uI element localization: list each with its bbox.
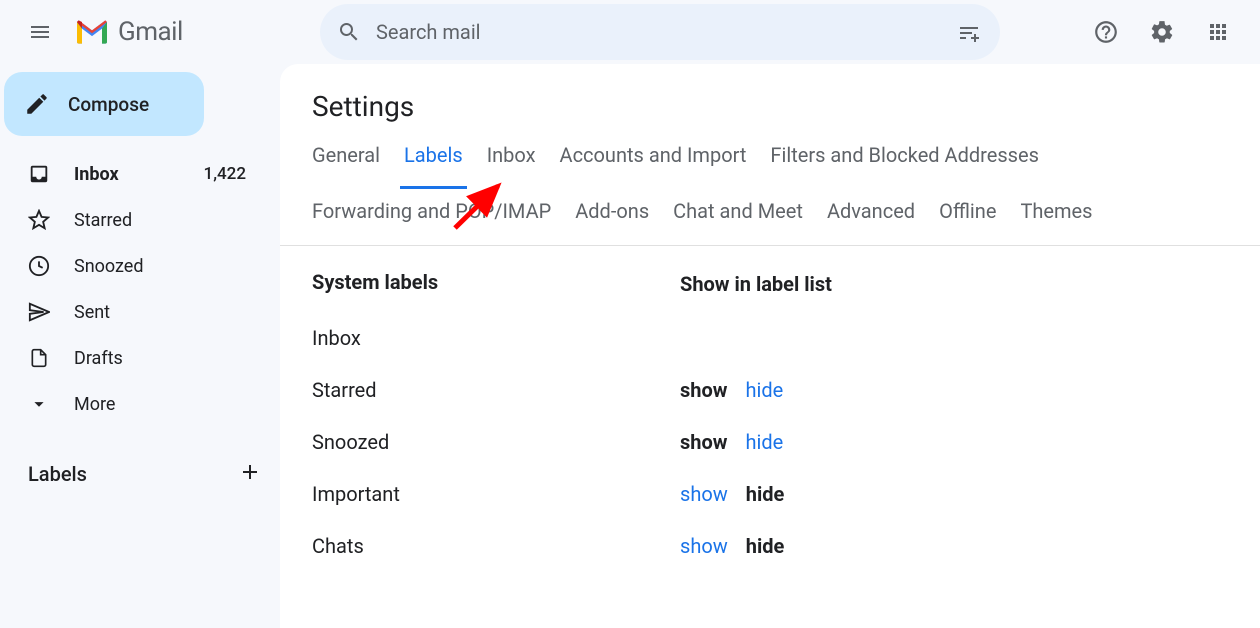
add-label-button[interactable] — [238, 460, 262, 488]
table-row: Important show hide — [312, 482, 1228, 506]
search-options-button[interactable] — [946, 9, 992, 55]
search-icon — [337, 20, 361, 44]
hamburger-icon — [28, 20, 52, 44]
apps-grid-icon — [1206, 20, 1230, 44]
tab-labels[interactable]: Labels — [404, 143, 463, 173]
labels-header-text: Labels — [28, 462, 238, 486]
settings-button[interactable] — [1138, 8, 1186, 56]
tab-chat[interactable]: Chat and Meet — [673, 199, 803, 229]
plus-icon — [238, 460, 262, 484]
tab-filters[interactable]: Filters and Blocked Addresses — [770, 143, 1039, 173]
hide-link[interactable]: hide — [745, 378, 783, 402]
tab-advanced[interactable]: Advanced — [827, 199, 915, 229]
search-input[interactable] — [372, 20, 946, 44]
tab-inbox[interactable]: Inbox — [487, 143, 536, 173]
sidebar-item-drafts[interactable]: Drafts — [0, 338, 270, 378]
sidebar-item-sent[interactable]: Sent — [0, 292, 270, 332]
sidebar-item-snoozed[interactable]: Snoozed — [0, 246, 270, 286]
show-link[interactable]: show — [680, 482, 728, 506]
search-button[interactable] — [326, 9, 372, 55]
compose-label: Compose — [68, 93, 149, 116]
label-name: Starred — [312, 378, 680, 402]
table-row: Inbox — [312, 326, 1228, 350]
sidebar-item-label: Starred — [74, 210, 246, 231]
main-menu-button[interactable] — [16, 8, 64, 56]
tab-themes[interactable]: Themes — [1020, 199, 1092, 229]
label-name: Inbox — [312, 326, 680, 350]
hide-link[interactable]: hide — [745, 430, 783, 454]
sidebar-item-label: More — [74, 394, 246, 415]
tab-offline[interactable]: Offline — [939, 199, 996, 229]
sidebar-item-label: Inbox — [74, 164, 204, 185]
labels-section-header[interactable]: Labels — [0, 460, 280, 488]
settings-tabs: General Labels Inbox Accounts and Import… — [280, 143, 1260, 246]
tab-addons[interactable]: Add-ons — [575, 199, 649, 229]
gear-icon — [1149, 19, 1175, 45]
table-row: Chats show hide — [312, 534, 1228, 558]
gmail-logo-icon — [72, 12, 112, 52]
tab-accounts[interactable]: Accounts and Import — [560, 143, 747, 173]
hide-link[interactable]: hide — [746, 534, 785, 558]
sidebar-item-inbox[interactable]: Inbox 1,422 — [0, 154, 270, 194]
table-row: Starred show hide — [312, 378, 1228, 402]
sidebar: Compose Inbox 1,422 Starred Snoozed Sent… — [0, 64, 280, 628]
table-row: Snoozed show hide — [312, 430, 1228, 454]
settings-title: Settings — [280, 82, 1260, 143]
sidebar-item-more[interactable]: More — [0, 384, 270, 424]
label-name: Important — [312, 482, 680, 506]
compose-button[interactable]: Compose — [4, 72, 204, 136]
apps-button[interactable] — [1194, 8, 1242, 56]
sidebar-item-label: Drafts — [74, 348, 246, 369]
tune-icon — [957, 20, 981, 44]
inbox-icon — [28, 163, 50, 185]
gmail-logo-text: Gmail — [118, 17, 183, 47]
col-header-system-labels: System labels — [312, 270, 680, 298]
label-name: Snoozed — [312, 430, 680, 454]
sidebar-item-label: Snoozed — [74, 256, 246, 277]
hide-link[interactable]: hide — [746, 482, 785, 506]
help-icon — [1093, 19, 1119, 45]
show-link[interactable]: show — [680, 534, 728, 558]
sidebar-item-starred[interactable]: Starred — [0, 200, 270, 240]
pencil-icon — [24, 91, 50, 117]
file-icon — [28, 347, 50, 369]
support-button[interactable] — [1082, 8, 1130, 56]
settings-panel: Settings General Labels Inbox Accounts a… — [280, 64, 1260, 628]
show-link[interactable]: show — [680, 378, 727, 402]
search-bar — [320, 4, 1000, 60]
sidebar-item-label: Sent — [74, 302, 246, 323]
gmail-logo[interactable]: Gmail — [72, 12, 310, 52]
tab-forwarding[interactable]: Forwarding and POP/IMAP — [312, 199, 551, 229]
send-icon — [28, 301, 50, 323]
inbox-count: 1,422 — [204, 164, 246, 184]
col-header-show-in-list: Show in label list — [680, 270, 900, 298]
chevron-down-icon — [28, 393, 50, 415]
star-icon — [28, 209, 50, 231]
clock-icon — [28, 255, 50, 277]
show-link[interactable]: show — [680, 430, 727, 454]
system-labels-table: System labels Show in label list Inbox S… — [280, 246, 1260, 582]
label-name: Chats — [312, 534, 680, 558]
tab-general[interactable]: General — [312, 143, 380, 173]
